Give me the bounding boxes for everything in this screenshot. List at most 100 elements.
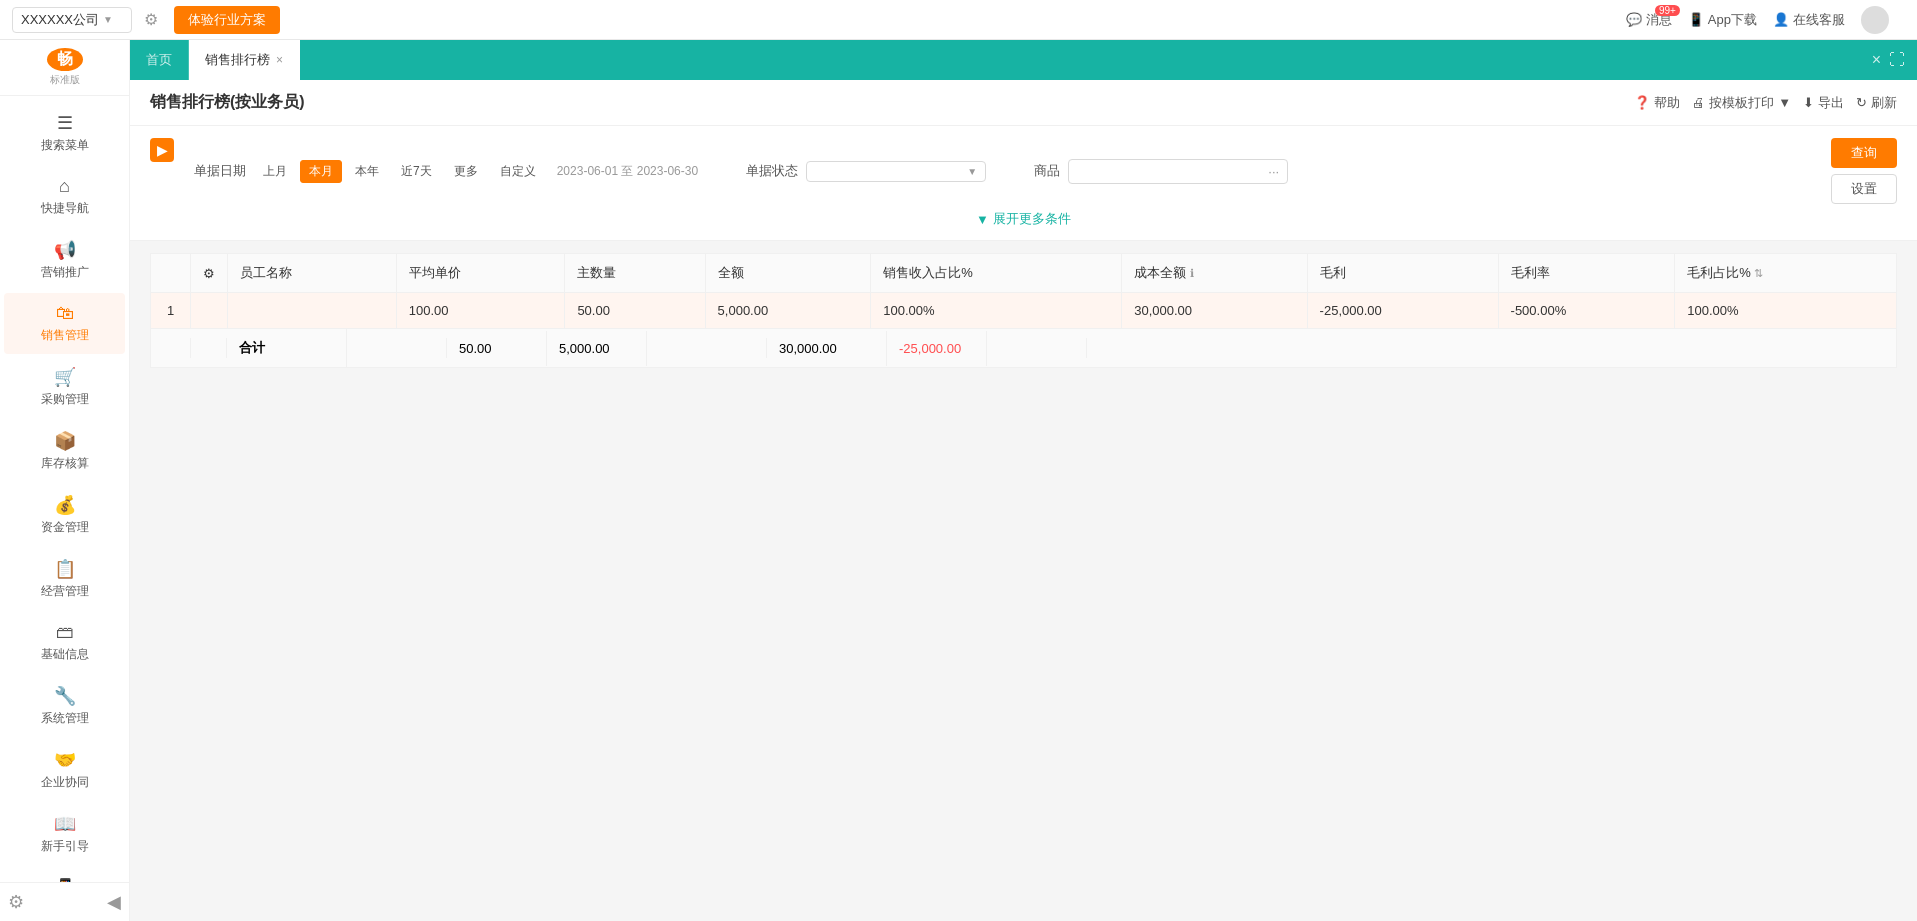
sidebar-item-finance[interactable]: 💰资金管理 [4,484,125,546]
avatar[interactable] [1861,6,1889,34]
tab-bar: 首页 销售排行榜 × × ⛶ [130,40,1917,80]
footer-amount: 5,000.00 [547,331,647,366]
nav-label-guide: 新手引导 [41,838,89,855]
col-settings-icon[interactable]: ⚙ [203,266,215,281]
online-service-btn[interactable]: 👤 在线客服 [1773,11,1845,29]
cell-amount: 5,000.00 [705,293,871,329]
footer-profit-pct [1087,338,1187,358]
topbar-settings-icon[interactable]: ⚙ [140,6,162,33]
cell-cost: 30,000.00 [1122,293,1307,329]
print-btn[interactable]: 🖨 按模板打印 ▼ [1692,94,1791,112]
goods-filter: 商品 ··· [1034,159,1288,184]
query-btn[interactable]: 查询 [1831,138,1897,168]
refresh-btn[interactable]: ↻ 刷新 [1856,94,1897,112]
top-right: 💬 消息 99+ 📱 App下载 👤 在线客服 [1626,6,1905,34]
company-select[interactable]: XXXXXX公司 ▼ [12,7,132,33]
window-expand-icon[interactable]: ⛶ [1889,51,1905,69]
footer-label: 合计 [227,329,347,367]
nav-label-operations: 经营管理 [41,583,89,600]
app-label: App下载 [1708,11,1757,29]
table-header-row: ⚙ 员工名称 平均单价 主数量 全额 销售收入占比% 成本全额 ℹ 毛利 毛利率… [151,254,1897,293]
sidebar-settings-icon[interactable]: ⚙ [8,891,24,913]
export-icon: ⬇ [1803,95,1814,110]
profit-sort-icon[interactable]: ⇅ [1754,267,1763,279]
sidebar-item-inventory[interactable]: 📦库存核算 [4,420,125,482]
sidebar-item-guide[interactable]: 📖新手引导 [4,803,125,865]
th-amount: 全额 [705,254,871,293]
message-btn[interactable]: 💬 消息 99+ [1626,11,1672,29]
message-icon: 💬 [1626,12,1642,27]
app-icon: 📱 [1688,12,1704,27]
tab-close-icon[interactable]: × [276,53,283,67]
nav-icon-operations: 📋 [54,558,76,580]
nav-label-system: 系统管理 [41,710,89,727]
tab-home-label: 首页 [146,51,172,69]
tab-sales-rank[interactable]: 销售排行榜 × [189,40,300,80]
goods-more-icon[interactable]: ··· [1268,164,1279,179]
help-btn[interactable]: ❓ 帮助 [1634,94,1680,112]
cell-sales-pct: 100.00% [871,293,1122,329]
app-download-btn[interactable]: 📱 App下载 [1688,11,1757,29]
sidebar-item-app-center[interactable]: 📱应用中心 [4,867,125,882]
th-profit-rate: 毛利率 [1498,254,1675,293]
date-tab-更多[interactable]: 更多 [445,160,487,183]
status-filter: 单据状态 ▼ [746,161,986,182]
sidebar-collapse-icon[interactable]: ◀ [107,891,121,913]
date-tab-近7天[interactable]: 近7天 [392,160,441,183]
sidebar-item-basic-info[interactable]: 🗃基础信息 [4,612,125,673]
nav-label-sales: 销售管理 [41,327,89,344]
table-area: ⚙ 员工名称 平均单价 主数量 全额 销售收入占比% 成本全额 ℹ 毛利 毛利率… [130,241,1917,921]
page-header: 销售排行榜(按业务员) ❓ 帮助 🖨 按模板打印 ▼ ⬇ 导出 [130,80,1917,126]
nav-icon-marketing: 📢 [54,239,76,261]
date-filter: 单据日期 上月本月本年近7天更多自定义 2023-06-01 至 2023-06… [194,160,698,183]
goods-input[interactable]: ··· [1068,159,1288,184]
th-profit-pct: 毛利占比% ⇅ [1675,254,1897,293]
sidebar-item-system[interactable]: 🔧系统管理 [4,675,125,737]
sidebar-item-marketing[interactable]: 📢 营销推广 [4,229,125,291]
page-content: 销售排行榜(按业务员) ❓ 帮助 🖨 按模板打印 ▼ ⬇ 导出 [130,80,1917,921]
filter-collapse-icon[interactable]: ▶ [150,138,174,162]
filter-right-btns: 查询 设置 [1831,138,1897,204]
th-cost: 成本全额 ℹ [1122,254,1307,293]
footer-empty2 [191,338,227,358]
date-tab-本年[interactable]: 本年 [346,160,388,183]
date-label: 单据日期 [194,162,246,180]
nav-icon-quick-nav: ⌂ [59,176,70,197]
cell-rank: 1 [151,293,191,329]
cell-profit: -25,000.00 [1307,293,1498,329]
cell-avg-price: 100.00 [396,293,565,329]
settings-btn[interactable]: 设置 [1831,174,1897,204]
page-actions: ❓ 帮助 🖨 按模板打印 ▼ ⬇ 导出 ↻ 刷新 [1634,94,1897,124]
nav-icon-sales: 🛍 [56,303,74,324]
date-tab-本月[interactable]: 本月 [300,160,342,183]
nav-label-marketing: 营销推广 [41,264,89,281]
expand-more-btn[interactable]: ▼ 展开更多条件 [976,210,1071,228]
date-tab-自定义[interactable]: 自定义 [491,160,545,183]
service-label: 在线客服 [1793,11,1845,29]
th-settings[interactable]: ⚙ [191,254,228,293]
sidebar-item-sales[interactable]: 🛍 销售管理 [4,293,125,354]
nav-icon-search-menu: ☰ [57,112,73,134]
trial-btn[interactable]: 体验行业方案 [174,6,280,34]
sidebar-item-purchase[interactable]: 🛒采购管理 [4,356,125,418]
nav-list: ☰搜索菜单⌂快捷导航 📢 营销推广 🛍 销售管理 🛒采购管理📦库存核算💰资金管理 📋 经营管理… [0,96,129,882]
export-btn[interactable]: ⬇ 导出 [1803,94,1844,112]
sidebar-item-operations[interactable]: 📋 经营管理 [4,548,125,610]
cell-qty: 50.00 [565,293,705,329]
status-select[interactable]: ▼ [806,161,986,182]
sidebar-item-quick-nav[interactable]: ⌂快捷导航 [4,166,125,227]
date-tab-上月[interactable]: 上月 [254,160,296,183]
logo-char: 畅 [57,49,73,70]
expand-chevron-icon: ▼ [976,212,989,227]
th-avg-price: 平均单价 [396,254,565,293]
footer-sales-pct [647,338,767,358]
footer-profit: -25,000.00 [887,331,987,366]
table-row: 1 100.00 50.00 5,000.00 100.00% 30,000.0… [151,293,1897,329]
top-bar: XXXXXX公司 ▼ ⚙ 体验行业方案 💬 消息 99+ 📱 App下载 👤 在… [0,0,1917,40]
tab-sales-rank-label: 销售排行榜 [205,51,270,69]
tab-home[interactable]: 首页 [130,40,189,80]
sidebar-item-enterprise[interactable]: 🤝企业协同 [4,739,125,801]
date-range: 2023-06-01 至 2023-06-30 [557,163,698,180]
window-close-icon[interactable]: × [1872,51,1881,69]
sidebar-item-search-menu[interactable]: ☰搜索菜单 [4,102,125,164]
